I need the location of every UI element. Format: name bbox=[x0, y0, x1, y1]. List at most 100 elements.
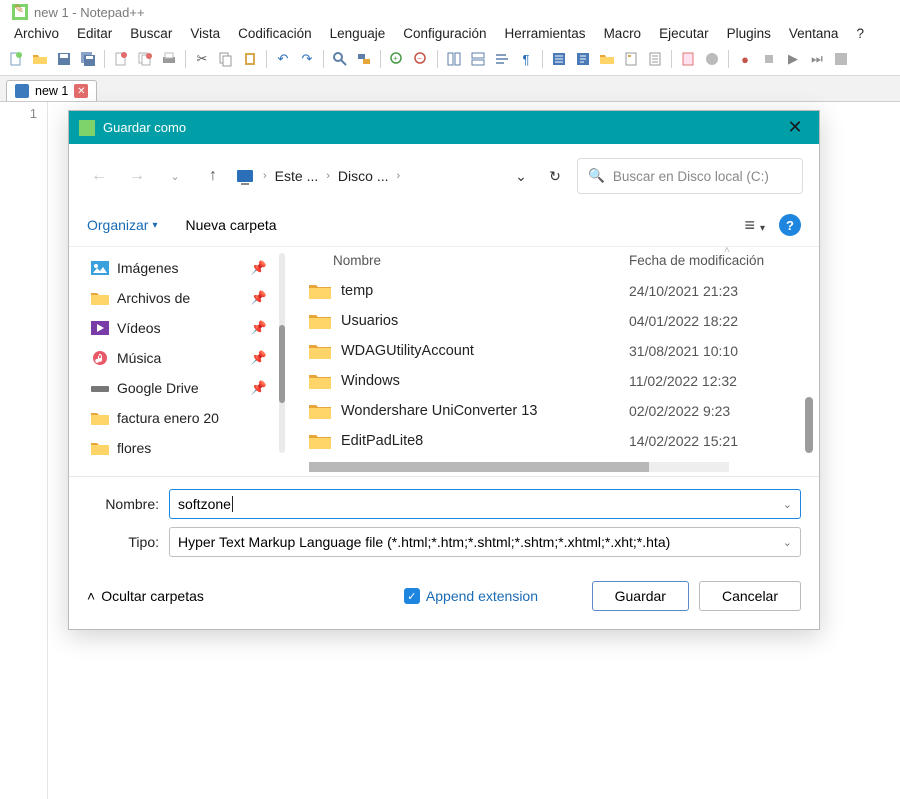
nav-item-archivos[interactable]: Archivos de 📌 bbox=[75, 283, 279, 313]
crumb-root[interactable]: Este ... bbox=[275, 168, 319, 184]
undo-icon[interactable]: ↶ bbox=[273, 49, 293, 69]
print-icon[interactable] bbox=[159, 49, 179, 69]
search-icon: 🔍 bbox=[588, 168, 605, 184]
dialog-icon bbox=[79, 120, 95, 136]
nav-item-musica[interactable]: Música📌 bbox=[75, 343, 279, 373]
folder-icon bbox=[309, 373, 331, 389]
doc-map-icon[interactable] bbox=[621, 49, 641, 69]
func-list-icon[interactable] bbox=[678, 49, 698, 69]
chevron-down-icon[interactable]: ⌄ bbox=[783, 536, 792, 549]
tab-close-icon[interactable]: ✕ bbox=[74, 84, 88, 98]
paste-icon[interactable] bbox=[240, 49, 260, 69]
filetype-value: Hyper Text Markup Language file (*.html;… bbox=[178, 534, 670, 550]
nav-up-icon[interactable]: ↑ bbox=[199, 162, 227, 190]
new-file-icon[interactable] bbox=[6, 49, 26, 69]
close-all-icon[interactable] bbox=[135, 49, 155, 69]
new-folder-button[interactable]: Nueva carpeta bbox=[186, 217, 277, 233]
svg-text:−: − bbox=[417, 54, 422, 63]
pin-icon: 📌 bbox=[251, 320, 267, 336]
lang-icon[interactable] bbox=[573, 49, 593, 69]
vertical-scrollbar[interactable] bbox=[805, 397, 813, 453]
cancel-button[interactable]: Cancelar bbox=[699, 581, 801, 611]
menu-codificacion[interactable]: Codificación bbox=[238, 26, 312, 41]
stop-icon[interactable] bbox=[759, 49, 779, 69]
save-macro-icon[interactable] bbox=[831, 49, 851, 69]
file-row[interactable]: Windows11/02/2022 12:32 bbox=[279, 366, 819, 396]
nav-item-videos[interactable]: Vídeos📌 bbox=[75, 313, 279, 343]
zoom-in-icon[interactable]: + bbox=[387, 49, 407, 69]
menu-buscar[interactable]: Buscar bbox=[130, 26, 172, 41]
play-multi-icon[interactable]: ⏭ bbox=[807, 49, 827, 69]
append-extension-checkbox[interactable]: ✓ Append extension bbox=[404, 588, 538, 604]
file-row[interactable]: Wondershare UniConverter 1302/02/2022 9:… bbox=[279, 396, 819, 426]
menu-help[interactable]: ? bbox=[856, 26, 864, 41]
nav-back-icon[interactable]: ← bbox=[85, 162, 113, 190]
dialog-close-icon[interactable]: ✕ bbox=[781, 117, 809, 138]
chevron-down-icon[interactable]: ⌄ bbox=[783, 498, 792, 511]
document-tab[interactable]: new 1 ✕ bbox=[6, 80, 97, 101]
file-name: Usuarios bbox=[341, 313, 629, 329]
breadcrumb[interactable]: › Este ... › Disco ... › bbox=[237, 168, 499, 184]
nav-item-drive[interactable]: Google Drive📌 bbox=[75, 373, 279, 403]
menu-bar: Archivo Editar Buscar Vista Codificación… bbox=[0, 24, 900, 47]
tab-label: new 1 bbox=[35, 84, 68, 98]
menu-archivo[interactable]: Archivo bbox=[14, 26, 59, 41]
close-icon[interactable] bbox=[111, 49, 131, 69]
cut-icon[interactable]: ✂ bbox=[192, 49, 212, 69]
menu-ventana[interactable]: Ventana bbox=[789, 26, 839, 41]
crumb-drive[interactable]: Disco ... bbox=[338, 168, 389, 184]
view-mode-icon[interactable]: ≡ ▾ bbox=[744, 215, 765, 236]
indent-guide-icon[interactable] bbox=[549, 49, 569, 69]
find-icon[interactable] bbox=[330, 49, 350, 69]
doc-list-icon[interactable] bbox=[645, 49, 665, 69]
filename-input[interactable]: softzone ⌄ bbox=[169, 489, 801, 519]
nav-item-factura[interactable]: factura enero 20 bbox=[75, 403, 279, 433]
file-row[interactable]: EditPadLite814/02/2022 15:21 bbox=[279, 426, 819, 456]
horizontal-scrollbar[interactable] bbox=[309, 462, 729, 472]
plugin-icon[interactable] bbox=[702, 49, 722, 69]
organize-button[interactable]: Organizar ▾ bbox=[87, 217, 158, 233]
drive-icon bbox=[91, 381, 109, 395]
save-icon[interactable] bbox=[54, 49, 74, 69]
save-button[interactable]: Guardar bbox=[592, 581, 689, 611]
replace-icon[interactable] bbox=[354, 49, 374, 69]
line-gutter: 1 bbox=[0, 102, 48, 799]
save-all-icon[interactable] bbox=[78, 49, 98, 69]
search-input[interactable]: 🔍 Buscar en Disco local (C:) bbox=[577, 158, 803, 194]
address-dropdown-icon[interactable]: ⌄ bbox=[509, 168, 533, 185]
menu-macro[interactable]: Macro bbox=[604, 26, 642, 41]
file-row[interactable]: Usuarios04/01/2022 18:22 bbox=[279, 306, 819, 336]
file-row[interactable]: temp24/10/2021 21:23 bbox=[279, 276, 819, 306]
sync-v-icon[interactable] bbox=[444, 49, 464, 69]
nav-forward-icon[interactable]: → bbox=[123, 162, 151, 190]
menu-lenguaje[interactable]: Lenguaje bbox=[330, 26, 386, 41]
menu-ejecutar[interactable]: Ejecutar bbox=[659, 26, 709, 41]
redo-icon[interactable]: ↷ bbox=[297, 49, 317, 69]
zoom-out-icon[interactable]: − bbox=[411, 49, 431, 69]
help-icon[interactable]: ? bbox=[779, 214, 801, 236]
copy-icon[interactable] bbox=[216, 49, 236, 69]
wrap-icon[interactable] bbox=[492, 49, 512, 69]
menu-vista[interactable]: Vista bbox=[190, 26, 220, 41]
nav-item-flores[interactable]: flores bbox=[75, 433, 279, 463]
file-row[interactable]: WDAGUtilityAccount31/08/2021 10:10 bbox=[279, 336, 819, 366]
pictures-icon bbox=[91, 261, 109, 275]
column-name[interactable]: Nombre bbox=[333, 253, 629, 268]
menu-herramientas[interactable]: Herramientas bbox=[505, 26, 586, 41]
hide-folders-button[interactable]: ˄Ocultar carpetas bbox=[87, 588, 204, 604]
play-icon[interactable]: ▶ bbox=[783, 49, 803, 69]
nav-recent-icon[interactable]: ⌄ bbox=[161, 162, 189, 190]
dialog-title: Guardar como bbox=[103, 120, 186, 135]
show-all-icon[interactable]: ¶ bbox=[516, 49, 536, 69]
refresh-icon[interactable]: ↻ bbox=[543, 168, 567, 185]
folder-as-workspace-icon[interactable] bbox=[597, 49, 617, 69]
filetype-select[interactable]: Hyper Text Markup Language file (*.html;… bbox=[169, 527, 801, 557]
sync-h-icon[interactable] bbox=[468, 49, 488, 69]
record-icon[interactable]: ● bbox=[735, 49, 755, 69]
menu-editar[interactable]: Editar bbox=[77, 26, 112, 41]
open-file-icon[interactable] bbox=[30, 49, 50, 69]
folder-icon bbox=[91, 441, 109, 455]
nav-item-imagenes[interactable]: Imágenes📌 bbox=[75, 253, 279, 283]
menu-plugins[interactable]: Plugins bbox=[727, 26, 771, 41]
menu-configuracion[interactable]: Configuración bbox=[403, 26, 486, 41]
